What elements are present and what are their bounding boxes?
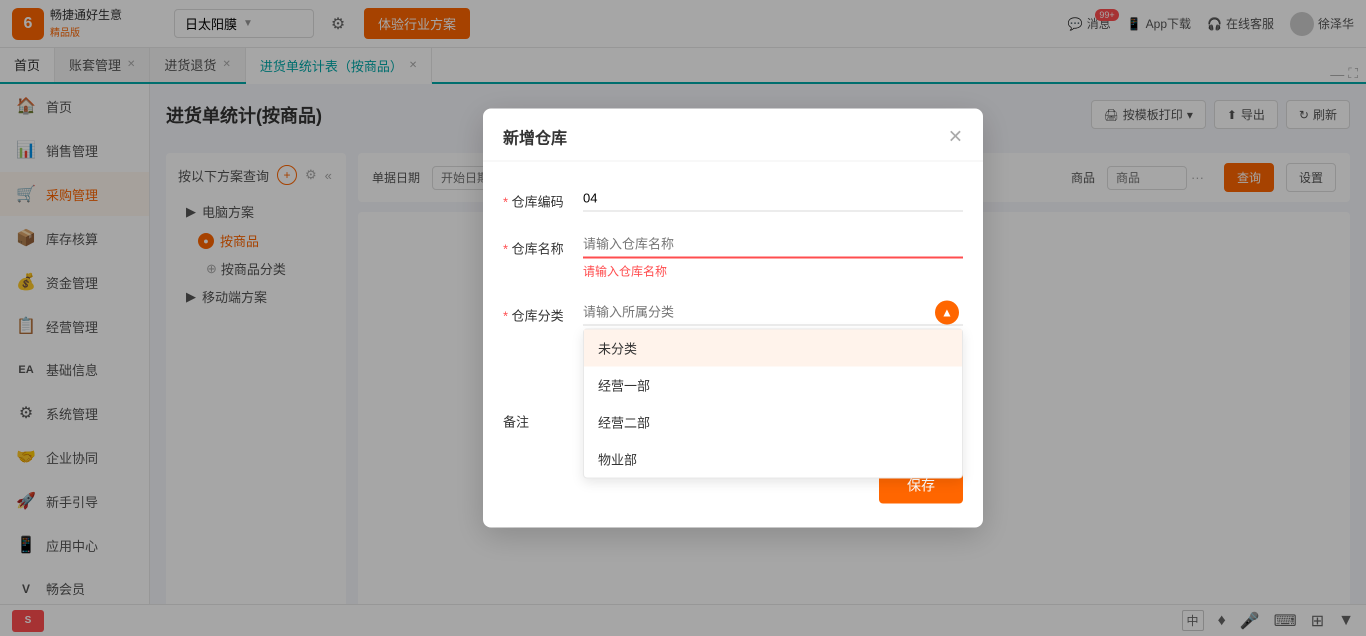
modal-body: 仓库编码 仓库名称 请输入仓库名称 仓库分类 ▲ 未分类 经营一部 经	[483, 162, 983, 432]
category-dropdown: 未分类 经营一部 经营二部 物业部	[583, 328, 963, 478]
category-row: 仓库分类 ▲ 未分类 经营一部 经营二部 物业部	[503, 300, 963, 326]
code-row: 仓库编码	[503, 186, 963, 212]
new-warehouse-modal: 新增仓库 ✕ 仓库编码 仓库名称 请输入仓库名称 仓库分类 ▲	[483, 109, 983, 528]
modal-title: 新增仓库	[503, 125, 567, 149]
category-label: 仓库分类	[503, 300, 583, 325]
modal-header: 新增仓库 ✕	[483, 109, 983, 162]
category-input[interactable]	[583, 300, 963, 326]
name-input[interactable]	[583, 232, 963, 259]
name-row: 仓库名称 请输入仓库名称	[503, 232, 963, 280]
dropdown-item-dept3[interactable]: 物业部	[584, 440, 962, 477]
code-label: 仓库编码	[503, 186, 583, 211]
dropdown-item-dept1[interactable]: 经营一部	[584, 366, 962, 403]
modal-close-button[interactable]: ✕	[948, 126, 963, 147]
name-label: 仓库名称	[503, 233, 583, 258]
notes-label: 备注	[503, 406, 583, 431]
name-error-msg: 请输入仓库名称	[583, 263, 667, 280]
dropdown-item-dept2[interactable]: 经营二部	[584, 403, 962, 440]
category-arrow-button[interactable]: ▲	[935, 301, 959, 325]
category-input-wrap: ▲	[583, 300, 963, 326]
dropdown-item-unclassified[interactable]: 未分类	[584, 329, 962, 366]
code-input[interactable]	[583, 186, 963, 212]
